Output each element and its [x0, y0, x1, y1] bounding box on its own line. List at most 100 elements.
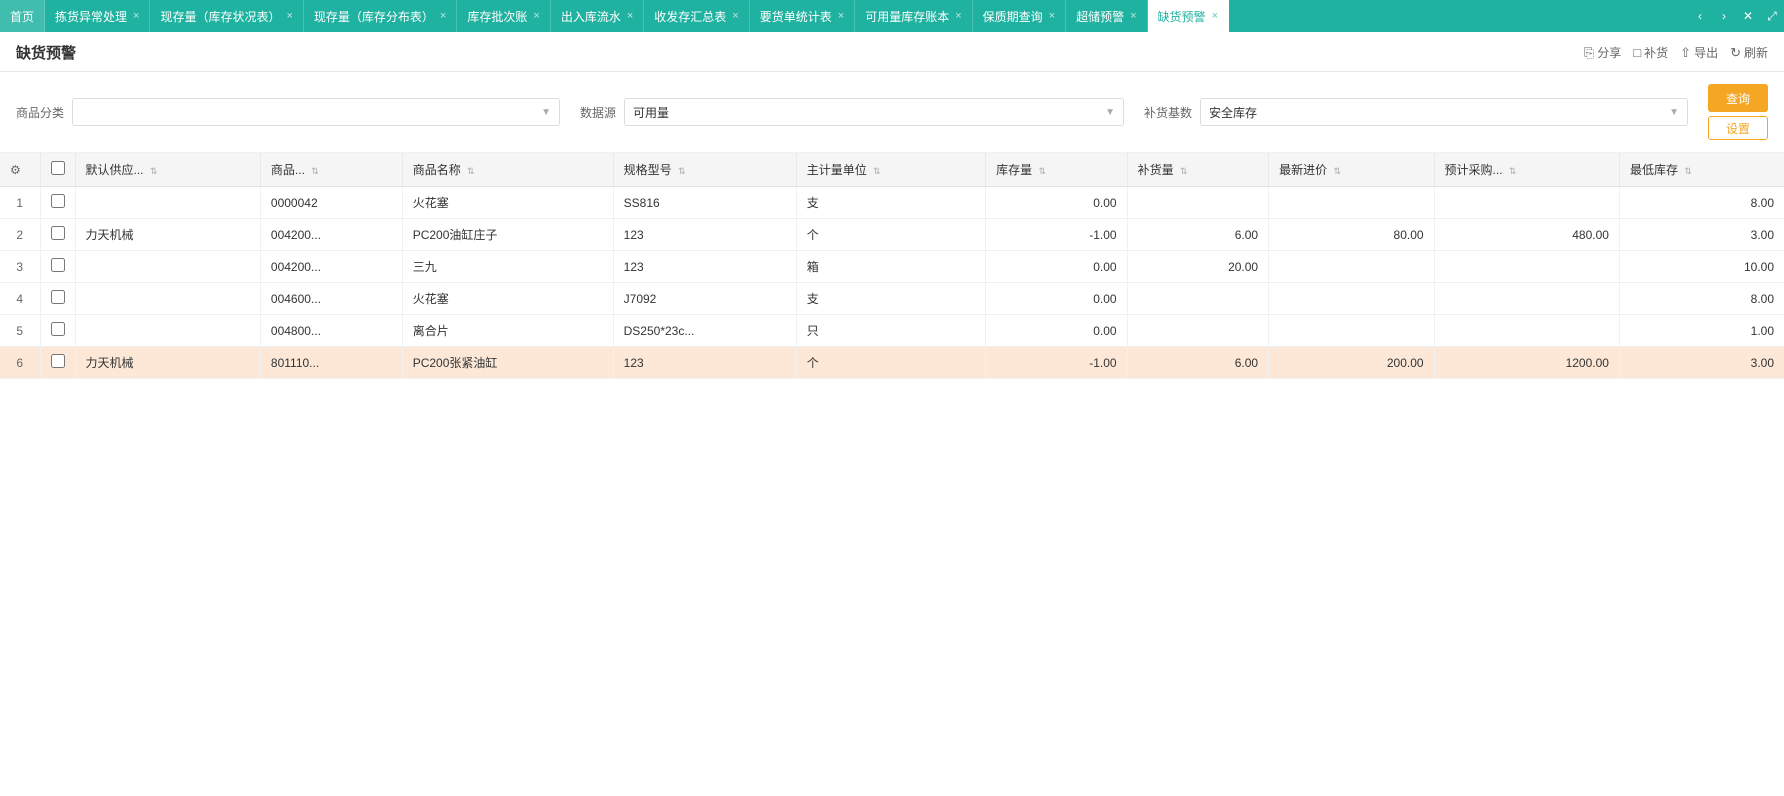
- table-header-row: ⚙ 默认供应... ⇅ 商品... ⇅ 商品名称 ⇅: [0, 153, 1784, 187]
- sort-latest-price-icon[interactable]: ⇅: [1333, 166, 1341, 176]
- row-unit-cell: 个: [796, 347, 985, 379]
- row-replenish-qty-cell: [1127, 283, 1269, 315]
- row-checkbox[interactable]: [51, 322, 65, 336]
- col-stock-qty: 库存量 ⇅: [986, 153, 1128, 187]
- row-checkbox[interactable]: [51, 194, 65, 208]
- row-supplier-cell: [75, 251, 260, 283]
- product-category-filter: 商品分类 ▼: [16, 98, 560, 126]
- row-spec-cell: SS816: [613, 187, 796, 219]
- row-checkbox-cell[interactable]: [40, 315, 75, 347]
- row-num-cell: 4: [0, 283, 40, 315]
- close-collect-summary-tab[interactable]: ×: [732, 10, 738, 22]
- column-settings-icon[interactable]: ⚙: [10, 163, 21, 177]
- row-estimated-purchase-cell: 480.00: [1434, 219, 1619, 251]
- col-default-supplier: 默认供应... ⇅: [75, 153, 260, 187]
- tab-inout-flow[interactable]: 出入库流水 ×: [551, 0, 644, 32]
- tab-batch-account[interactable]: 库存批次账 ×: [457, 0, 550, 32]
- data-source-filter: 数据源 可用量 ▼: [580, 98, 1124, 126]
- chevron-down-icon: ▼: [541, 107, 551, 118]
- shortage-table: ⚙ 默认供应... ⇅ 商品... ⇅ 商品名称 ⇅: [0, 153, 1784, 379]
- tab-maximize-btn[interactable]: ⤢: [1760, 9, 1784, 24]
- row-min-stock-cell: 1.00: [1619, 315, 1784, 347]
- row-supplier-cell: 力天机械: [75, 219, 260, 251]
- tab-expiry-query[interactable]: 保质期查询 ×: [973, 0, 1066, 32]
- row-checkbox[interactable]: [51, 354, 65, 368]
- data-source-select[interactable]: 可用量 ▼: [624, 98, 1124, 126]
- replenish-basis-value: 安全库存: [1209, 104, 1257, 121]
- row-latest-price-cell: 200.00: [1269, 347, 1434, 379]
- close-inventory-dist-tab[interactable]: ×: [440, 10, 446, 22]
- close-inventory-status-tab[interactable]: ×: [286, 10, 292, 22]
- row-checkbox-cell[interactable]: [40, 187, 75, 219]
- col-replenish-qty: 补货量 ⇅: [1127, 153, 1269, 187]
- tab-order-stat[interactable]: 要货单统计表 ×: [750, 0, 855, 32]
- close-order-stat-tab[interactable]: ×: [838, 10, 844, 22]
- tab-home[interactable]: 首页: [0, 0, 45, 32]
- row-num-cell: 3: [0, 251, 40, 283]
- sort-product-name-icon[interactable]: ⇅: [467, 166, 475, 176]
- close-batch-account-tab[interactable]: ×: [533, 10, 539, 22]
- tab-prev-btn[interactable]: ‹: [1688, 9, 1712, 23]
- col-latest-price: 最新进价 ⇅: [1269, 153, 1434, 187]
- close-overstock-tab[interactable]: ×: [1130, 10, 1136, 22]
- tab-collect-summary[interactable]: 收发存汇总表 ×: [644, 0, 749, 32]
- tab-overstock[interactable]: 超储预警 ×: [1066, 0, 1147, 32]
- close-exception-tab[interactable]: ×: [133, 10, 139, 22]
- sort-stock-qty-icon[interactable]: ⇅: [1038, 166, 1046, 176]
- col-checkbox: [40, 153, 75, 187]
- row-unit-cell: 只: [796, 315, 985, 347]
- tab-inventory-status[interactable]: 现存量（库存状况表） ×: [150, 0, 303, 32]
- product-category-select[interactable]: ▼: [72, 98, 560, 126]
- select-all-checkbox[interactable]: [51, 161, 65, 175]
- refresh-button[interactable]: ↻ 刷新: [1730, 44, 1768, 61]
- close-inout-flow-tab[interactable]: ×: [627, 10, 633, 22]
- row-product-code-cell: 004800...: [260, 315, 402, 347]
- share-button[interactable]: ⎘ 分享: [1584, 44, 1621, 61]
- sort-replenish-qty-icon[interactable]: ⇅: [1180, 166, 1188, 176]
- export-button[interactable]: ⇧ 导出: [1680, 44, 1718, 61]
- row-estimated-purchase-cell: [1434, 315, 1619, 347]
- row-estimated-purchase-cell: [1434, 251, 1619, 283]
- close-available-book-tab[interactable]: ×: [955, 10, 961, 22]
- row-checkbox[interactable]: [51, 226, 65, 240]
- tab-inventory-dist[interactable]: 现存量（库存分布表） ×: [304, 0, 457, 32]
- settings-button[interactable]: 设置: [1708, 116, 1768, 140]
- replenish-basis-select[interactable]: 安全库存 ▼: [1200, 98, 1688, 126]
- tab-next-btn[interactable]: ›: [1712, 9, 1736, 23]
- row-checkbox-cell[interactable]: [40, 219, 75, 251]
- col-unit: 主计量单位 ⇅: [796, 153, 985, 187]
- row-checkbox-cell[interactable]: [40, 347, 75, 379]
- replenish-button[interactable]: □ 补货: [1633, 44, 1668, 61]
- data-source-label: 数据源: [580, 104, 616, 121]
- tab-shortage[interactable]: 缺货预警 ×: [1148, 0, 1229, 32]
- row-stock-qty-cell: -1.00: [986, 347, 1128, 379]
- table-row: 1 0000042 火花塞 SS816 支 0.00 8.00: [0, 187, 1784, 219]
- row-unit-cell: 支: [796, 283, 985, 315]
- row-min-stock-cell: 10.00: [1619, 251, 1784, 283]
- row-spec-cell: DS250*23c...: [613, 315, 796, 347]
- close-expiry-query-tab[interactable]: ×: [1049, 10, 1055, 22]
- col-gear: ⚙: [0, 153, 40, 187]
- row-supplier-cell: [75, 283, 260, 315]
- table-row: 6 力天机械 801110... PC200张紧油缸 123 个 -1.00 6…: [0, 347, 1784, 379]
- tab-close-all-btn[interactable]: ✕: [1736, 9, 1760, 23]
- query-button[interactable]: 查询: [1708, 84, 1768, 112]
- row-num-cell: 1: [0, 187, 40, 219]
- sort-default-supplier-icon[interactable]: ⇅: [150, 166, 158, 176]
- row-checkbox[interactable]: [51, 290, 65, 304]
- sort-product-code-icon[interactable]: ⇅: [311, 166, 319, 176]
- row-checkbox[interactable]: [51, 258, 65, 272]
- sort-spec-icon[interactable]: ⇅: [678, 166, 686, 176]
- sort-unit-icon[interactable]: ⇅: [873, 166, 881, 176]
- row-latest-price-cell: 80.00: [1269, 219, 1434, 251]
- row-checkbox-cell[interactable]: [40, 283, 75, 315]
- close-shortage-tab[interactable]: ×: [1212, 10, 1218, 22]
- col-estimated-purchase: 预计采购... ⇅: [1434, 153, 1619, 187]
- tab-exception[interactable]: 拣货异常处理 ×: [45, 0, 150, 32]
- sort-min-stock-icon[interactable]: ⇅: [1684, 166, 1692, 176]
- tab-available-book[interactable]: 可用量库存账本 ×: [855, 0, 972, 32]
- sort-estimated-purchase-icon[interactable]: ⇅: [1509, 166, 1517, 176]
- row-product-code-cell: 801110...: [260, 347, 402, 379]
- row-checkbox-cell[interactable]: [40, 251, 75, 283]
- replenish-basis-filter: 补货基数 安全库存 ▼: [1144, 98, 1688, 126]
